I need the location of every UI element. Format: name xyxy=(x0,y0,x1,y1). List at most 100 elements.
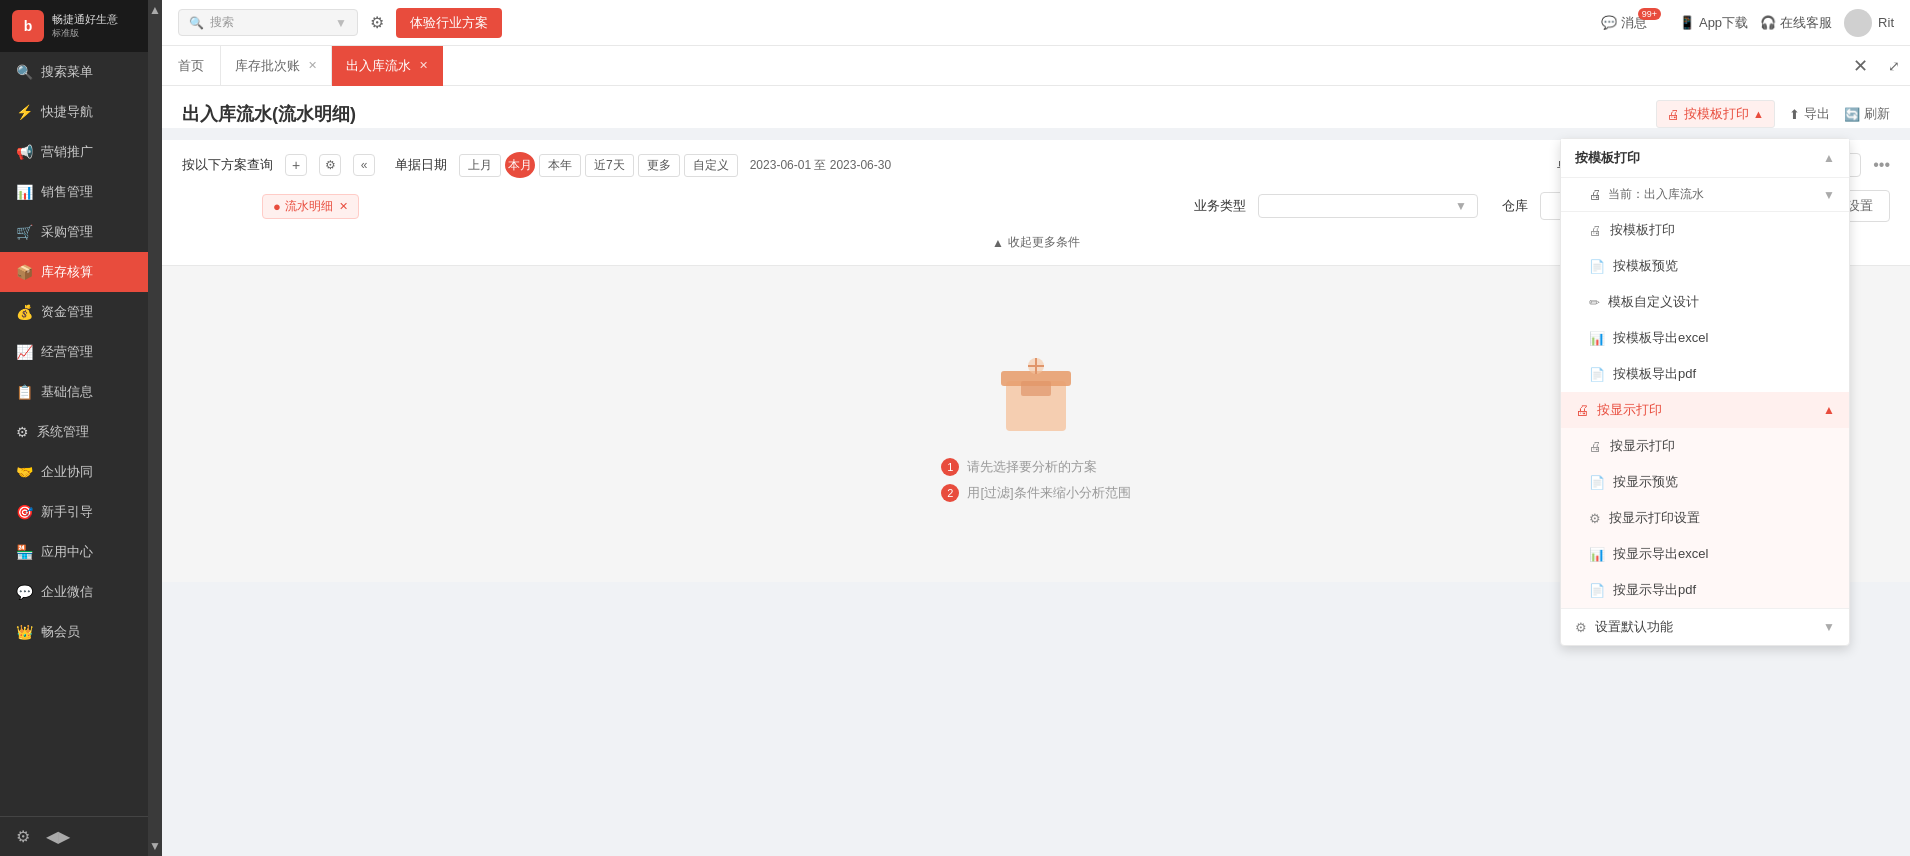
sidebar-bottom-bar: ⚙ ◀▶ xyxy=(0,816,148,856)
tabbar: 首页 库存批次账 ✕ 出入库流水 ✕ ✕ ⤢ xyxy=(162,46,1910,86)
member-icon: 👑 xyxy=(16,624,33,640)
search-nav-icon: 🔍 xyxy=(16,64,33,80)
tag-remove-icon[interactable]: ✕ xyxy=(339,200,348,213)
wechat-icon: 💬 xyxy=(16,584,33,600)
sidebar-item-system[interactable]: ⚙ 系统管理 xyxy=(0,412,148,452)
display-excel-icon: 📊 xyxy=(1589,547,1605,562)
template-print-icon: 🖨 xyxy=(1589,223,1602,238)
sidebar-item-appstore[interactable]: 🏪 应用中心 xyxy=(0,532,148,572)
topbar-search-icon: 🔍 xyxy=(189,16,204,30)
display-preview-item[interactable]: 📄 按显示预览 xyxy=(1561,464,1849,500)
tab-close-btn[interactable]: ✕ xyxy=(1843,55,1878,77)
sidebar-item-marketing[interactable]: 📢 营销推广 xyxy=(0,132,148,172)
display-print-settings-item[interactable]: ⚙ 按显示打印设置 xyxy=(1561,500,1849,536)
template-custom-icon: ✏ xyxy=(1589,295,1600,310)
date-btn-this-month[interactable]: 本月 xyxy=(505,152,535,178)
topbar-gear-icon[interactable]: ⚙ xyxy=(370,13,384,32)
display-pdf-item[interactable]: 📄 按显示导出pdf xyxy=(1561,572,1849,608)
scroll-down-icon[interactable]: ▼ xyxy=(149,840,161,852)
sidebar-item-member[interactable]: 👑 畅会员 xyxy=(0,612,148,652)
date-btn-last-month[interactable]: 上月 xyxy=(459,154,501,177)
user-name: Rit xyxy=(1878,15,1894,30)
app-download-area[interactable]: 📱 App下载 xyxy=(1679,14,1748,32)
phone-icon: 📱 xyxy=(1679,15,1695,30)
print-template-action[interactable]: 🖨 按模板打印 ▲ xyxy=(1656,100,1775,128)
date-btn-7days[interactable]: 近7天 xyxy=(585,154,634,177)
sidebar-scroll-arrows: ▲ ▼ xyxy=(148,0,162,856)
sidebar-item-operations[interactable]: 📈 经营管理 xyxy=(0,332,148,372)
tab-home[interactable]: 首页 xyxy=(162,46,221,86)
tab-batch-close[interactable]: ✕ xyxy=(308,59,317,72)
sidebar-item-corp[interactable]: 🤝 企业协同 xyxy=(0,452,148,492)
template-preview-item[interactable]: 📄 按模板预览 xyxy=(1561,248,1849,284)
business-type-select[interactable]: ▼ xyxy=(1258,194,1478,218)
sidebar-item-basic[interactable]: 📋 基础信息 xyxy=(0,372,148,412)
guide-icon: 🎯 xyxy=(16,504,33,520)
display-print-section-header[interactable]: 🖨 按显示打印 ▲ xyxy=(1561,392,1849,428)
tab-batch[interactable]: 库存批次账 ✕ xyxy=(221,46,332,86)
template-preview-icon: 📄 xyxy=(1589,259,1605,274)
online-service-area[interactable]: 🎧 在线客服 xyxy=(1760,14,1832,32)
collapse-sidebar-icon[interactable]: ◀▶ xyxy=(46,827,70,846)
dropdown-collapse-icon[interactable]: ▲ xyxy=(1823,151,1835,165)
warehouse-label: 仓库 xyxy=(1502,197,1528,215)
quick-nav-icon: ⚡ xyxy=(16,104,33,120)
scroll-up-icon[interactable]: ▲ xyxy=(149,4,161,16)
voucher-type-more-btn[interactable]: ••• xyxy=(1873,156,1890,174)
sidebar-item-purchase[interactable]: 🛒 采购管理 xyxy=(0,212,148,252)
sidebar-item-wechat[interactable]: 💬 企业微信 xyxy=(0,572,148,612)
step1-num: 1 xyxy=(941,458,959,476)
date-range-display: 2023-06-01 至 2023-06-30 xyxy=(750,157,891,174)
purchase-icon: 🛒 xyxy=(16,224,33,240)
finance-icon: 💰 xyxy=(16,304,33,320)
sidebar-item-inventory[interactable]: 📦 库存核算 xyxy=(0,252,148,292)
sidebar-item-guide[interactable]: 🎯 新手引导 xyxy=(0,492,148,532)
date-btn-this-year[interactable]: 本年 xyxy=(539,154,581,177)
dropdown-current-row: 🖨 当前：出入库流水 ▼ xyxy=(1561,178,1849,212)
display-print-item[interactable]: 🖨 按显示打印 xyxy=(1561,428,1849,464)
export-action[interactable]: ⬆ 导出 xyxy=(1789,105,1830,123)
tab-expand-btn[interactable]: ⤢ xyxy=(1878,58,1910,74)
settings-icon[interactable]: ⚙ xyxy=(16,827,30,846)
filter-collapse-left-btn[interactable]: « xyxy=(353,154,375,176)
tab-flow[interactable]: 出入库流水 ✕ xyxy=(332,46,443,86)
date-btn-custom[interactable]: 自定义 xyxy=(684,154,738,177)
sidebar: b 畅捷通好生意 标准版 🔍 搜索菜单 ⚡ 快捷导航 📢 营销推广 📊 销售管理… xyxy=(0,0,148,856)
operations-icon: 📈 xyxy=(16,344,33,360)
refresh-action[interactable]: 🔄 刷新 xyxy=(1844,105,1890,123)
notifications-area[interactable]: 💬 消息 99+ xyxy=(1601,14,1647,32)
filter-settings-btn[interactable]: ⚙ xyxy=(319,154,341,176)
sidebar-item-sales[interactable]: 📊 销售管理 xyxy=(0,172,148,212)
topbar-search-box[interactable]: 🔍 搜索 ▼ xyxy=(178,9,358,36)
business-type-label: 业务类型 xyxy=(1194,197,1246,215)
display-print-icon: 🖨 xyxy=(1589,439,1602,454)
template-custom-item[interactable]: ✏ 模板自定义设计 xyxy=(1561,284,1849,320)
tab-flow-close[interactable]: ✕ xyxy=(419,59,428,72)
sidebar-item-search[interactable]: 🔍 搜索菜单 xyxy=(0,52,148,92)
sidebar-item-finance[interactable]: 💰 资金管理 xyxy=(0,292,148,332)
inventory-icon: 📦 xyxy=(16,264,33,280)
set-default-section[interactable]: ⚙ 设置默认功能 ▼ xyxy=(1561,608,1849,645)
display-section-arrow: ▲ xyxy=(1823,403,1835,417)
display-excel-item[interactable]: 📊 按显示导出excel xyxy=(1561,536,1849,572)
template-print-item[interactable]: 🖨 按模板打印 xyxy=(1561,212,1849,248)
notifications-icon: 💬 xyxy=(1601,15,1617,30)
filter-add-btn[interactable]: + xyxy=(285,154,307,176)
template-pdf-item[interactable]: 📄 按模板导出pdf xyxy=(1561,356,1849,392)
collapse-more-btn[interactable]: ▲ 收起更多条件 xyxy=(992,234,1080,251)
chevron-up-icon: ▲ xyxy=(992,236,1004,250)
appstore-icon: 🏪 xyxy=(16,544,33,560)
industry-solution-button[interactable]: 体验行业方案 xyxy=(396,8,502,38)
filter-tag-liushui: ● 流水明细 ✕ xyxy=(262,194,359,219)
date-btn-more[interactable]: 更多 xyxy=(638,154,680,177)
empty-steps-list: 1 请先选择要分析的方案 2 用[过滤]条件来缩小分析范围 xyxy=(941,458,1130,502)
sidebar-item-quick-nav[interactable]: ⚡ 快捷导航 xyxy=(0,92,148,132)
template-excel-item[interactable]: 📊 按模板导出excel xyxy=(1561,320,1849,356)
headset-icon: 🎧 xyxy=(1760,15,1776,30)
user-avatar-area[interactable]: Rit xyxy=(1844,9,1894,37)
dropdown-title: 按模板打印 xyxy=(1575,149,1640,167)
display-print-section-icon: 🖨 xyxy=(1575,402,1589,418)
set-default-arrow: ▼ xyxy=(1823,620,1835,634)
sidebar-nav: 🔍 搜索菜单 ⚡ 快捷导航 📢 营销推广 📊 销售管理 🛒 采购管理 📦 库存核… xyxy=(0,52,148,816)
avatar xyxy=(1844,9,1872,37)
